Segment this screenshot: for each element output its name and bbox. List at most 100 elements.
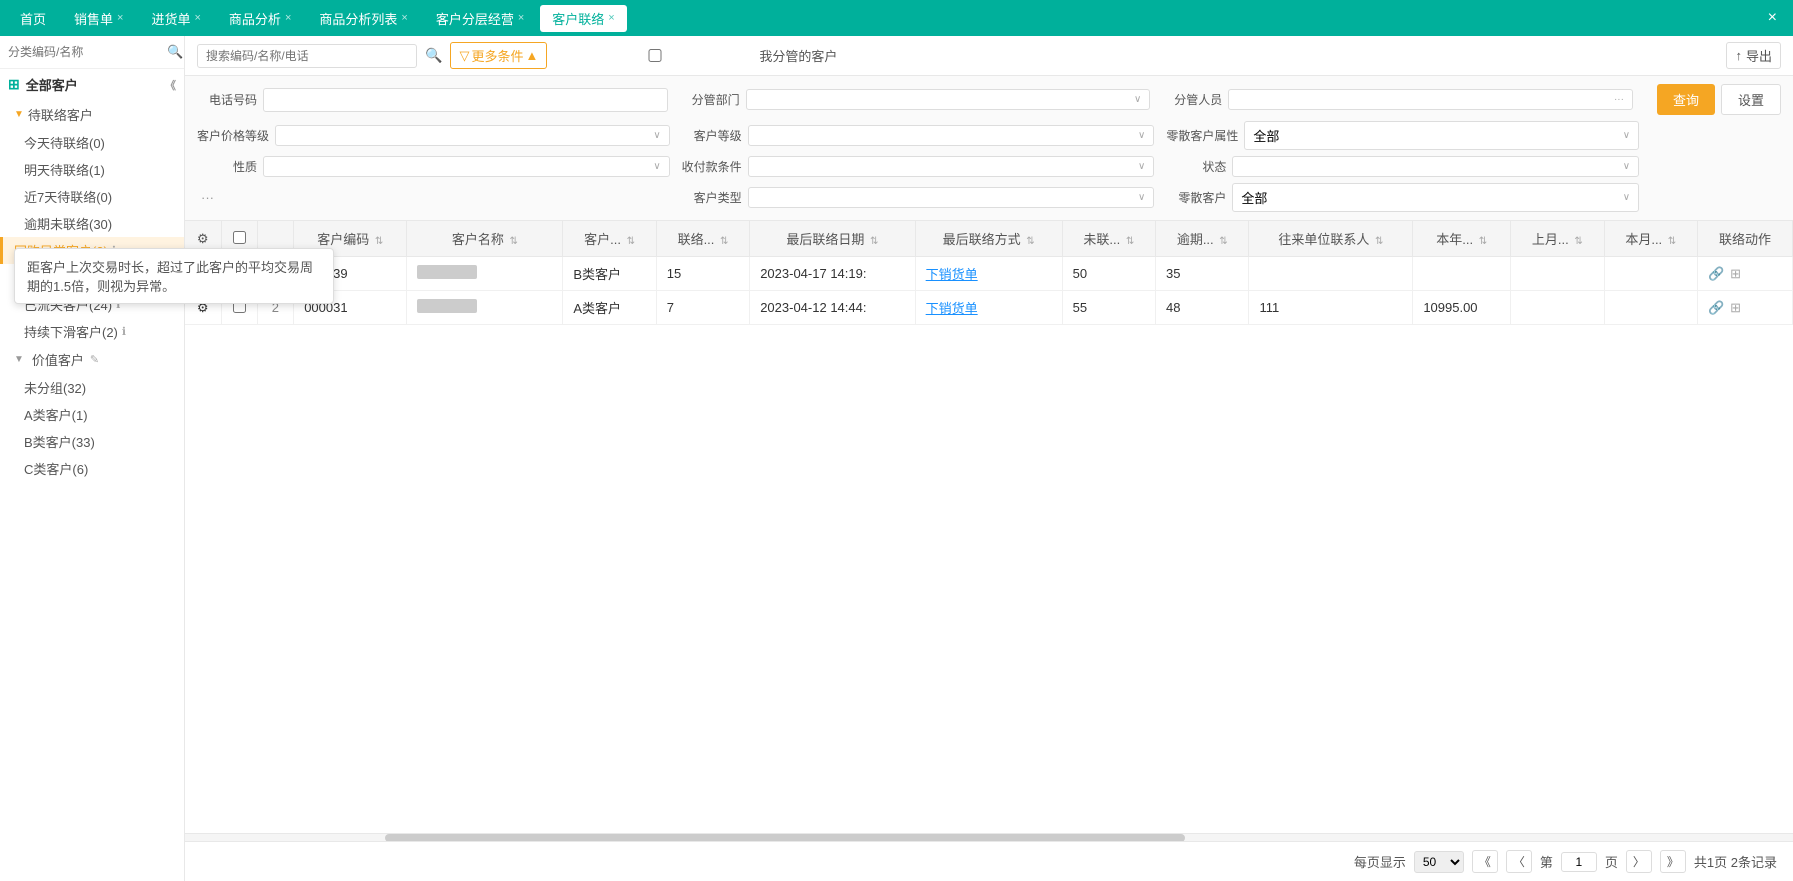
prev-page-button[interactable]: 〈 (1506, 850, 1532, 873)
nav-tab-customer-tier[interactable]: 客户分层经营 × (424, 5, 536, 32)
last-date-sort-icon: ⇅ (870, 236, 878, 247)
last-month-col-header[interactable]: 上月... ⇅ (1511, 221, 1604, 257)
row-last-date: 2023-04-17 14:19: (750, 257, 915, 291)
close-product-analysis-list-tab[interactable]: × (401, 12, 407, 24)
my-customers-checkbox-container[interactable]: 我分管的客户 (555, 46, 837, 65)
nav-tab-product-analysis[interactable]: 商品分析 × (217, 5, 303, 32)
sidebar-item-declining-customers[interactable]: 持续下滑客户(2) ℹ (0, 318, 184, 345)
price-level-arrow: ∨ (653, 130, 660, 141)
close-product-analysis-tab[interactable]: × (285, 12, 291, 24)
row-unit-contact (1249, 257, 1413, 291)
nature-select[interactable]: ∨ (263, 156, 670, 177)
customer-level-arrow: ∨ (1138, 130, 1145, 141)
this-year-col-header[interactable]: 本年... ⇅ (1413, 221, 1511, 257)
sidebar-search-input[interactable] (8, 45, 163, 59)
last-method-col-header[interactable]: 最后联络方式 ⇅ (915, 221, 1062, 257)
export-button[interactable]: ↑ 导出 (1726, 42, 1781, 69)
status-select[interactable]: ∨ (1232, 156, 1639, 177)
this-month-sort-icon: ⇅ (1668, 236, 1676, 247)
select-all-checkbox[interactable] (233, 231, 246, 244)
retail-customer-select[interactable]: 全部 ∨ (1232, 183, 1639, 212)
close-customer-contact-tab[interactable]: × (608, 12, 614, 24)
sidebar-item-class-c[interactable]: C类客户(6) (0, 455, 184, 482)
unpaid-col-header[interactable]: 未联... ⇅ (1062, 221, 1155, 257)
sidebar-item-overdue[interactable]: 逾期未联络(30) (0, 210, 184, 237)
customer-level-select[interactable]: ∨ (748, 125, 1155, 146)
close-purchase-tab[interactable]: × (194, 12, 200, 24)
horizontal-scrollbar[interactable] (185, 833, 1793, 841)
pending-contact-group-header[interactable]: ▼ 待联络客户 (0, 100, 184, 129)
nav-tab-sales[interactable]: 销售单 × (62, 5, 135, 32)
search-input[interactable] (197, 44, 417, 68)
sidebar-item-ungrouped[interactable]: 未分组(32) (0, 374, 184, 401)
window-close-button[interactable]: × (1760, 9, 1785, 27)
phone-field: 电话号码 (197, 88, 668, 112)
manager-field: 分管人员 ··· (1162, 89, 1633, 110)
row-last-method[interactable]: 下销货单 (915, 257, 1062, 291)
contact-col-header[interactable]: 联络... ⇅ (656, 221, 749, 257)
retail-customer-field: 零散客户 全部 ∨ (1166, 183, 1639, 212)
last-method-sort-icon: ⇅ (1026, 236, 1034, 247)
value-group-header[interactable]: ▼ 价值客户 ✎ (0, 345, 184, 374)
nav-tab-purchase[interactable]: 进货单 × (139, 5, 212, 32)
close-sales-tab[interactable]: × (117, 12, 123, 24)
all-customers-header[interactable]: ⊞ 全部客户 《 (0, 69, 184, 100)
sidebar-item-today[interactable]: 今天待联络(0) (0, 129, 184, 156)
row-this-year: 10995.00 (1413, 291, 1511, 325)
settings-button[interactable]: 设置 (1721, 84, 1781, 115)
manager-select[interactable]: ··· (1228, 89, 1633, 110)
action-icon-grid[interactable]: ⊞ (1730, 300, 1741, 316)
filter-search-icon[interactable]: 🔍 (425, 47, 442, 64)
manager-dots[interactable]: ··· (1614, 94, 1624, 105)
last-page-button[interactable]: 》 (1660, 850, 1686, 873)
right-content-area: 🔍 ▽ 更多条件 ▲ 我分管的客户 ↑ 导出 电话号码 (185, 36, 1793, 881)
customer-type-select[interactable]: ∨ (748, 187, 1155, 208)
retail-attr-select[interactable]: 全部 ∨ (1244, 121, 1639, 150)
name-col-header[interactable]: 客户名称 ⇅ (407, 221, 563, 257)
payment-arrow: ∨ (1138, 161, 1145, 172)
value-edit-icon[interactable]: ✎ (90, 353, 99, 366)
nav-tab-product-analysis-list[interactable]: 商品分析列表 × (307, 5, 419, 32)
page-size-select[interactable]: 50 100 200 (1414, 851, 1464, 873)
payment-select[interactable]: ∨ (748, 156, 1155, 177)
price-level-select[interactable]: ∨ (275, 125, 670, 146)
row-this-year (1413, 257, 1511, 291)
overdue-col-header[interactable]: 逾期... ⇅ (1156, 221, 1249, 257)
sidebar-item-class-a[interactable]: A类客户(1) (0, 401, 184, 428)
last-date-col-header[interactable]: 最后联络日期 ⇅ (750, 221, 915, 257)
row-actions: 🔗 ⊞ (1697, 291, 1792, 325)
repurchase-tooltip: 距客户上次交易时长，超过了此客户的平均交易周期的1.5倍，则视为异常。 (14, 248, 334, 304)
overdue-sort-icon: ⇅ (1219, 236, 1227, 247)
this-year-sort-icon: ⇅ (1479, 236, 1487, 247)
action-icon-link[interactable]: 🔗 (1708, 300, 1724, 316)
collapse-icon[interactable]: 《 (165, 77, 176, 93)
query-button[interactable]: 查询 (1657, 84, 1715, 115)
next-page-button[interactable]: 〉 (1626, 850, 1652, 873)
sidebar-item-class-b[interactable]: B类客户(33) (0, 428, 184, 455)
row-overdue: 48 (1156, 291, 1249, 325)
first-page-button[interactable]: 《 (1472, 850, 1498, 873)
action-icon-grid[interactable]: ⊞ (1730, 266, 1741, 282)
customer-level-field: 客户等级 ∨ (682, 125, 1155, 146)
dept-select[interactable]: ∨ (746, 89, 1151, 110)
extra-dots-button[interactable]: ··· (197, 190, 218, 205)
top-navigation: 首页 销售单 × 进货单 × 商品分析 × 商品分析列表 × 客户分层经营 × … (0, 0, 1793, 36)
nav-tab-home[interactable]: 首页 (8, 5, 58, 32)
nav-tab-customer-contact[interactable]: 客户联络 × (540, 5, 626, 32)
sidebar-item-tomorrow[interactable]: 明天待联络(1) (0, 156, 184, 183)
sidebar-item-7days[interactable]: 近7天待联络(0) (0, 183, 184, 210)
type-col-header[interactable]: 客户... ⇅ (563, 221, 656, 257)
close-customer-tier-tab[interactable]: × (518, 12, 524, 24)
phone-input[interactable] (263, 88, 668, 112)
row-last-method[interactable]: 下销货单 (915, 291, 1062, 325)
my-customers-checkbox[interactable] (555, 49, 755, 62)
grid-icon: ⊞ (8, 76, 20, 93)
row-last-month (1511, 257, 1604, 291)
unit-contact-col-header[interactable]: 往来单位联系人 ⇅ (1249, 221, 1413, 257)
action-icon-link[interactable]: 🔗 (1708, 266, 1724, 282)
this-month-col-header[interactable]: 本月... ⇅ (1604, 221, 1697, 257)
page-number-input[interactable] (1561, 852, 1597, 872)
more-conditions-button[interactable]: ▽ 更多条件 ▲ (450, 42, 547, 69)
sidebar-search-area: 🔍 (0, 36, 184, 69)
sidebar-search-icon[interactable]: 🔍 (167, 44, 183, 60)
